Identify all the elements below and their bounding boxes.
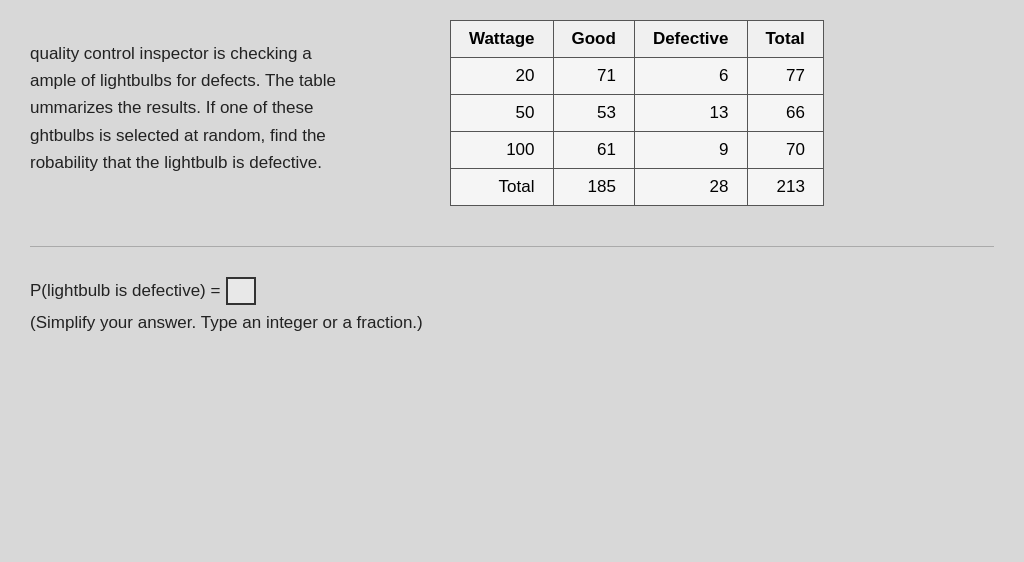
description-line2: ample of lightbulbs for defects. The tab… [30, 71, 336, 90]
row-total-total: 213 [747, 169, 823, 206]
col-header-wattage: Wattage [451, 21, 554, 58]
col-header-total: Total [747, 21, 823, 58]
col-header-good: Good [553, 21, 634, 58]
answer-input-box[interactable] [226, 277, 256, 305]
description-line5: robability that the lightbulb is defecti… [30, 153, 322, 172]
row3-total: 70 [747, 132, 823, 169]
top-section: quality control inspector is checking a … [30, 20, 994, 206]
description-line3: ummarizes the results. If one of these [30, 98, 313, 117]
table-row: 100 61 9 70 [451, 132, 824, 169]
row1-wattage: 20 [451, 58, 554, 95]
main-container: quality control inspector is checking a … [0, 0, 1024, 562]
table-row: 50 53 13 66 [451, 95, 824, 132]
description-line4: ghtbulbs is selected at random, find the [30, 126, 326, 145]
row3-defective: 9 [634, 132, 747, 169]
row-total-good: 185 [553, 169, 634, 206]
probability-label: P(lightbulb is defective) = [30, 281, 220, 301]
row2-wattage: 50 [451, 95, 554, 132]
row2-defective: 13 [634, 95, 747, 132]
description-line1: quality control inspector is checking a [30, 44, 312, 63]
row1-good: 71 [553, 58, 634, 95]
bottom-section: P(lightbulb is defective) = (Simplify yo… [30, 267, 994, 343]
row-total-defective: 28 [634, 169, 747, 206]
description-text: quality control inspector is checking a … [30, 20, 410, 176]
table-row-total: Total 185 28 213 [451, 169, 824, 206]
row-total-label: Total [451, 169, 554, 206]
table-row: 20 71 6 77 [451, 58, 824, 95]
row3-wattage: 100 [451, 132, 554, 169]
row3-good: 61 [553, 132, 634, 169]
row1-total: 77 [747, 58, 823, 95]
simplify-instruction: (Simplify your answer. Type an integer o… [30, 313, 994, 333]
col-header-defective: Defective [634, 21, 747, 58]
table-section: Wattage Good Defective Total 20 71 6 77 … [450, 20, 994, 206]
row1-defective: 6 [634, 58, 747, 95]
section-divider [30, 246, 994, 247]
data-table: Wattage Good Defective Total 20 71 6 77 … [450, 20, 824, 206]
row2-good: 53 [553, 95, 634, 132]
row2-total: 66 [747, 95, 823, 132]
probability-row: P(lightbulb is defective) = [30, 277, 994, 305]
